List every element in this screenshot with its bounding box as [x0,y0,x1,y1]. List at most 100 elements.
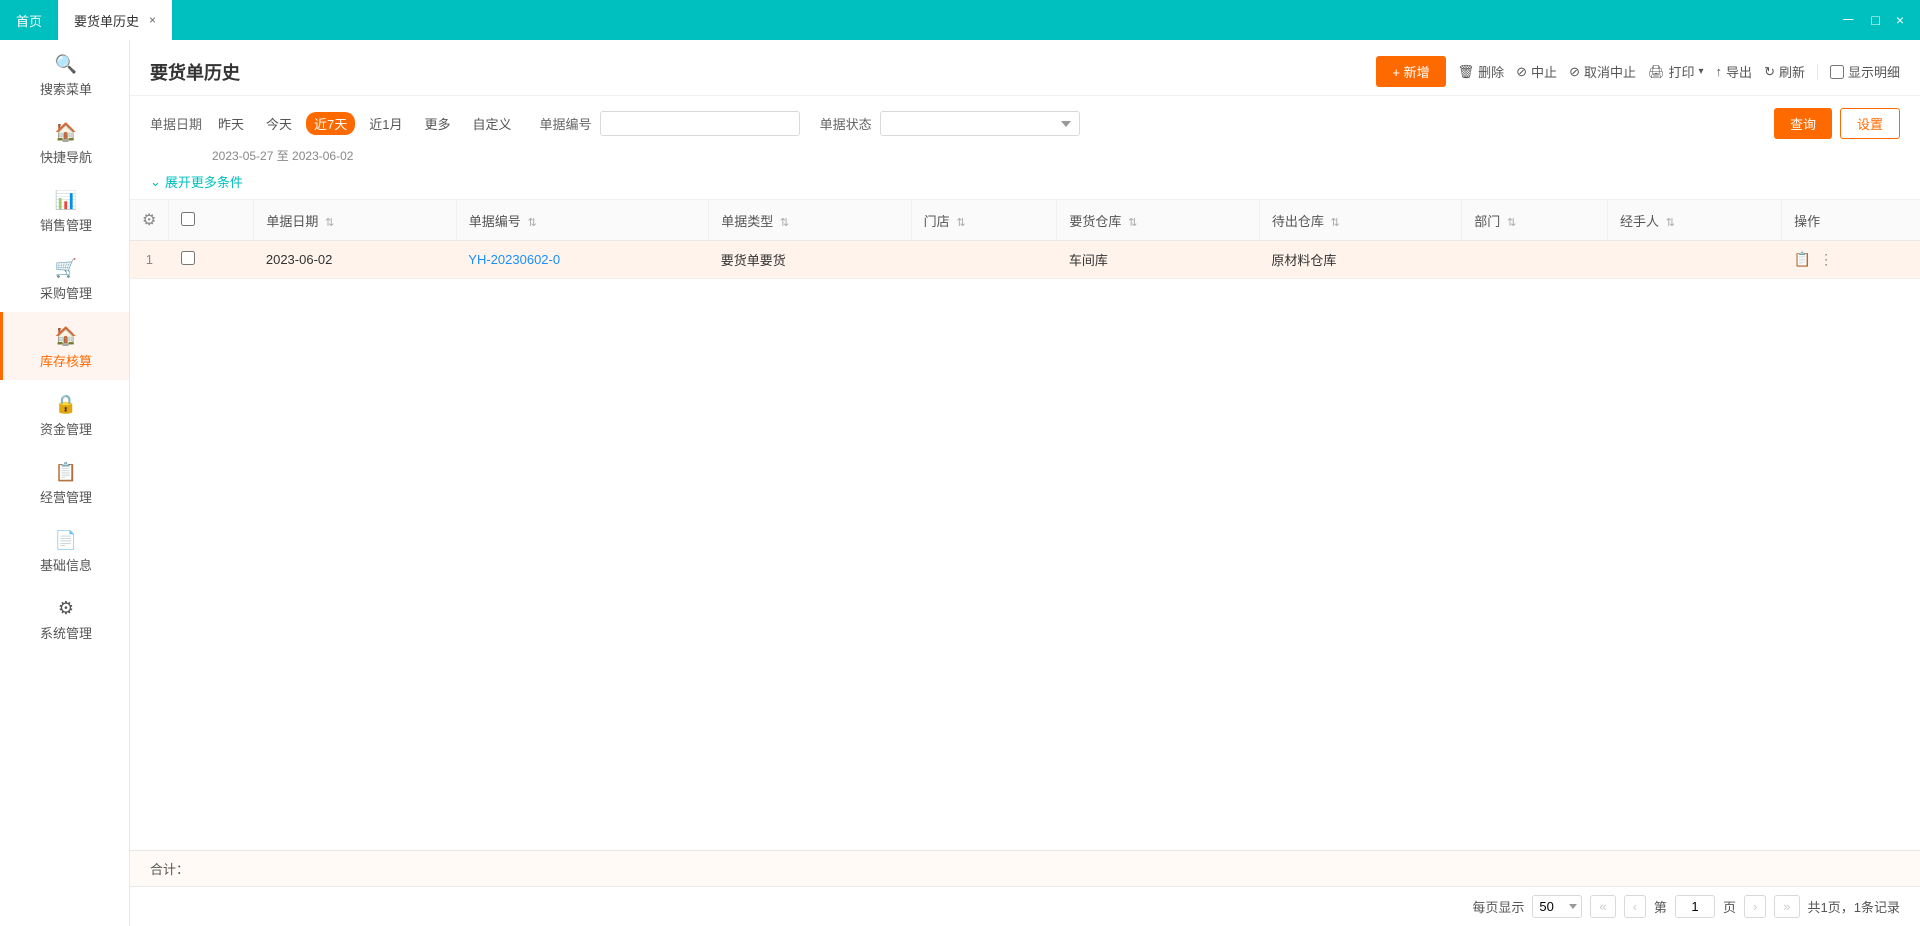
col-date[interactable]: 单据日期 ⇅ [254,200,456,241]
last-page-button[interactable]: » [1774,895,1799,918]
refresh-button[interactable]: ↻ 刷新 [1764,62,1805,81]
col-checkbox[interactable] [169,200,254,241]
col-pending-warehouse[interactable]: 待出仓库 ⇅ [1259,200,1461,241]
page-header: 要货单历史 + 新增 🗑 删除 ⊘ 中止 ⊘ 取消中止 🖨 打印 [130,40,1920,96]
per-page-label: 每页显示 [1472,897,1524,916]
minimize-button[interactable]: － [1841,10,1855,30]
col-store[interactable]: 门店 ⇅ [911,200,1057,241]
col-type-sort-icon: ⇅ [780,217,789,229]
next-page-button[interactable]: › [1744,895,1766,918]
col-dept-sort-icon: ⇅ [1507,217,1516,229]
col-req-warehouse-sort-icon: ⇅ [1128,217,1137,229]
new-button[interactable]: + 新增 [1376,56,1445,87]
tab-home[interactable]: 首页 [0,0,58,40]
current-page-input[interactable] [1675,895,1715,918]
sidebar-item-basic-label: 基础信息 [40,555,92,574]
col-dept[interactable]: 部门 ⇅ [1462,200,1608,241]
row-checkbox-cell[interactable] [169,241,254,279]
print-icon: 🖨 [1648,64,1665,80]
table-container: ⚙ 单据日期 ⇅ 单据编号 ⇅ [130,200,1920,850]
shortcut-yesterday[interactable]: 昨天 [210,112,252,135]
col-number-label: 单据编号 [469,214,521,229]
expand-more-button[interactable]: ⌄ 展开更多条件 [150,172,1900,191]
shortcut-1month[interactable]: 近1月 [361,112,410,135]
sidebar-item-search-label: 搜索菜单 [40,79,92,98]
main-layout: 🔍 搜索菜单 🏠 快捷导航 📊 销售管理 🛒 采购管理 🏠 库存核算 🔒 资金管… [0,40,1920,926]
table-body: 1 2023-06-02 YH-20230602-0 要货单要货 车间库 原材料… [130,241,1920,279]
close-button[interactable]: × [1896,12,1904,28]
first-page-button[interactable]: « [1590,895,1615,918]
row-number-link[interactable]: YH-20230602-0 [468,252,560,267]
per-page-select[interactable]: 50 20 100 200 [1532,895,1582,918]
doc-status-select[interactable] [880,111,1080,136]
select-all-checkbox[interactable] [181,212,195,226]
more-action-icon[interactable]: ⋮ [1819,251,1833,268]
tab-history[interactable]: 要货单历史 × [58,0,172,40]
pagination: 每页显示 50 20 100 200 « ‹ 第 页 › » 共1页，1条记录 [130,886,1920,926]
display-detail-checkbox[interactable]: 显示明细 [1830,62,1900,81]
sidebar-item-operation-label: 经营管理 [40,487,92,506]
row-pending-warehouse: 原材料仓库 [1259,241,1461,279]
row-number-cell: YH-20230602-0 [456,241,708,279]
shortcut-more[interactable]: 更多 [417,112,459,135]
row-checkbox[interactable] [181,251,195,265]
maximize-button[interactable]: □ [1871,12,1879,28]
sidebar-item-search[interactable]: 🔍 搜索菜单 [0,40,129,108]
col-dept-label: 部门 [1474,214,1500,229]
stop-icon: ⊘ [1516,64,1527,80]
operation-icon: 📋 [55,462,77,483]
print-button[interactable]: 🖨 打印 ▾ [1648,62,1704,81]
row-type: 要货单要货 [709,241,911,279]
sidebar-item-sales[interactable]: 📊 销售管理 [0,176,129,244]
sidebar-item-system[interactable]: ⚙ 系统管理 [0,584,129,652]
delete-button[interactable]: 🗑 删除 [1458,62,1505,81]
table-footer: 合计： [130,850,1920,886]
export-icon: ↑ [1716,64,1723,79]
filter-row-date-range: 2023-05-27 至 2023-06-02 [150,145,1900,164]
search-menu-icon: 🔍 [55,54,77,75]
shortcut-custom[interactable]: 自定义 [465,112,520,135]
row-handler [1608,241,1782,279]
col-number[interactable]: 单据编号 ⇅ [456,200,708,241]
doc-number-input[interactable] [600,111,800,136]
shortcut-7days[interactable]: 近7天 [306,112,355,135]
sidebar-item-basic[interactable]: 📄 基础信息 [0,516,129,584]
settings-button[interactable]: 设置 [1840,108,1900,139]
edit-action-icon[interactable]: 📋 [1794,251,1811,268]
basic-icon: 📄 [55,530,77,551]
col-settings[interactable]: ⚙ [130,200,169,241]
table-gear-icon[interactable]: ⚙ [142,212,156,229]
cancel-stop-button[interactable]: ⊘ 取消中止 [1569,62,1636,81]
shortcut-today[interactable]: 今天 [258,112,300,135]
doc-status-label: 单据状态 [820,114,872,133]
prev-page-button[interactable]: ‹ [1624,895,1646,918]
col-req-warehouse[interactable]: 要货仓库 ⇅ [1057,200,1259,241]
top-bar: 首页 要货单历史 × － □ × [0,0,1920,40]
toolbar: + 新增 🗑 删除 ⊘ 中止 ⊘ 取消中止 🖨 打印 ▾ [1376,56,1900,87]
tab-history-close[interactable]: × [149,13,156,27]
col-date-sort-icon: ⇅ [325,217,334,229]
sidebar-item-nav[interactable]: 🏠 快捷导航 [0,108,129,176]
home-icon: 🏠 [55,122,77,143]
sidebar-item-purchase[interactable]: 🛒 采购管理 [0,244,129,312]
col-handler-label: 经手人 [1620,214,1659,229]
table-row[interactable]: 1 2023-06-02 YH-20230602-0 要货单要货 车间库 原材料… [130,241,1920,279]
sidebar-item-inventory[interactable]: 🏠 库存核算 [0,312,129,380]
col-type[interactable]: 单据类型 ⇅ [709,200,911,241]
col-pending-warehouse-sort-icon: ⇅ [1331,217,1340,229]
row-store [911,241,1057,279]
sidebar-item-finance[interactable]: 🔒 资金管理 [0,380,129,448]
toolbar-divider [1817,64,1818,80]
row-req-warehouse: 车间库 [1057,241,1259,279]
export-button[interactable]: ↑ 导出 [1716,62,1753,81]
sidebar-item-operation[interactable]: 📋 经营管理 [0,448,129,516]
query-button[interactable]: 查询 [1774,108,1832,139]
display-detail-input[interactable] [1830,65,1844,79]
refresh-icon: ↻ [1764,64,1775,80]
purchase-icon: 🛒 [55,258,77,279]
stop-button[interactable]: ⊘ 中止 [1516,62,1557,81]
col-handler[interactable]: 经手人 ⇅ [1608,200,1782,241]
sidebar-item-sales-label: 销售管理 [40,215,92,234]
date-filter: 单据日期 昨天 今天 近7天 近1月 更多 自定义 [150,112,520,135]
col-date-label: 单据日期 [266,214,318,229]
